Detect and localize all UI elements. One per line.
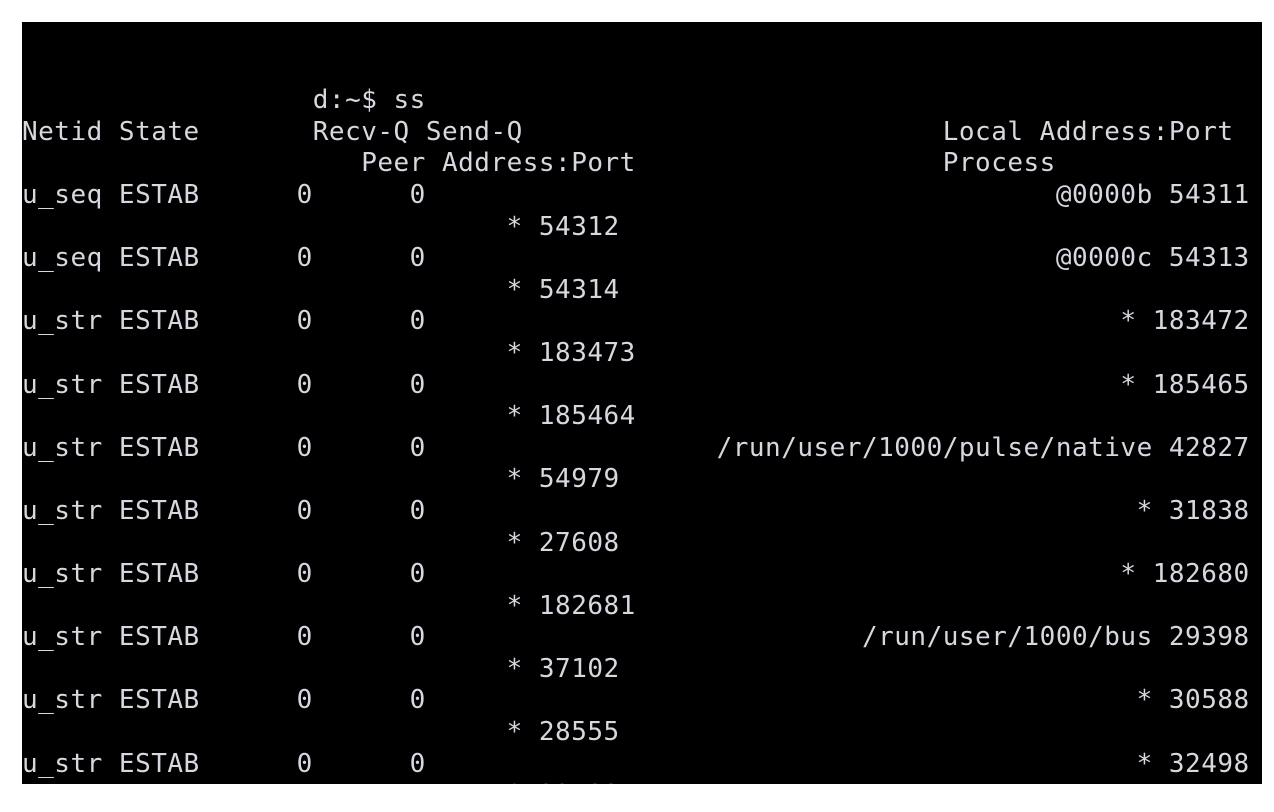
terminal-line: u_str ESTAB 0 0 * 31838 [22,496,1262,528]
terminal-line: u_str ESTAB 0 0 * 185465 [22,370,1262,402]
terminal-line: * 185464 [22,401,1262,433]
terminal-line: u_str ESTAB 0 0 * 32498 [22,749,1262,781]
terminal-line: * 54979 [22,464,1262,496]
terminal-line: d:~$ ss [22,85,1262,117]
terminal-line: u_str ESTAB 0 0 /run/user/1000/bus 29398 [22,622,1262,654]
terminal-line: Peer Address:Port Process [22,148,1262,180]
terminal-line: * 182681 [22,591,1262,623]
terminal-line: * 183473 [22,338,1262,370]
terminal-line: Netid State Recv-Q Send-Q Local Address:… [22,117,1262,149]
terminal-line: * 54312 [22,212,1262,244]
terminal-line: u_str ESTAB 0 0 /run/user/1000/pulse/nat… [22,433,1262,465]
terminal-line: u_seq ESTAB 0 0 @0000b 54311 [22,180,1262,212]
terminal-line: * 37102 [22,654,1262,686]
terminal-line: * 32499 [22,780,1262,784]
terminal-window[interactable]: d:~$ ssNetid State Recv-Q Send-Q Local A… [22,22,1262,784]
terminal-line: * 54314 [22,275,1262,307]
terminal-content: d:~$ ssNetid State Recv-Q Send-Q Local A… [22,85,1262,784]
terminal-line: * 28555 [22,717,1262,749]
terminal-line: u_str ESTAB 0 0 * 30588 [22,685,1262,717]
terminal-line: * 27608 [22,528,1262,560]
terminal-line: u_str ESTAB 0 0 * 182680 [22,559,1262,591]
terminal-line: u_seq ESTAB 0 0 @0000c 54313 [22,243,1262,275]
terminal-line: u_str ESTAB 0 0 * 183472 [22,306,1262,338]
